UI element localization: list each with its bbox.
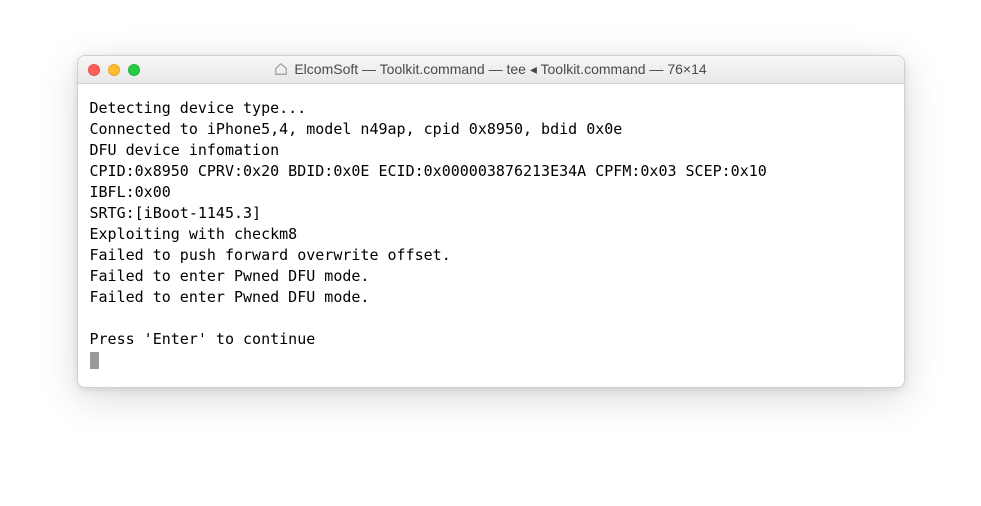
terminal-line: Detecting device type...: [90, 98, 892, 119]
terminal-line: Press 'Enter' to continue: [90, 329, 892, 350]
terminal-line: [90, 308, 892, 329]
terminal-window: ElcomSoft — Toolkit.command — tee ◂ Tool…: [77, 55, 905, 388]
terminal-line: DFU device infomation: [90, 140, 892, 161]
terminal-line: CPID:0x8950 CPRV:0x20 BDID:0x0E ECID:0x0…: [90, 161, 892, 182]
home-icon: [274, 62, 288, 78]
terminal-line: Connected to iPhone5,4, model n49ap, cpi…: [90, 119, 892, 140]
window-titlebar[interactable]: ElcomSoft — Toolkit.command — tee ◂ Tool…: [78, 56, 904, 84]
terminal-line: Failed to enter Pwned DFU mode.: [90, 287, 892, 308]
terminal-line: Failed to push forward overwrite offset.: [90, 245, 892, 266]
title-wrap: ElcomSoft — Toolkit.command — tee ◂ Tool…: [88, 61, 894, 78]
terminal-line: SRTG:[iBoot-1145.3]: [90, 203, 892, 224]
terminal-cursor: [90, 352, 99, 369]
terminal-line: Exploiting with checkm8: [90, 224, 892, 245]
window-title: ElcomSoft — Toolkit.command — tee ◂ Tool…: [294, 61, 706, 78]
terminal-output[interactable]: Detecting device type...Connected to iPh…: [78, 84, 904, 387]
terminal-line: IBFL:0x00: [90, 182, 892, 203]
terminal-line: Failed to enter Pwned DFU mode.: [90, 266, 892, 287]
